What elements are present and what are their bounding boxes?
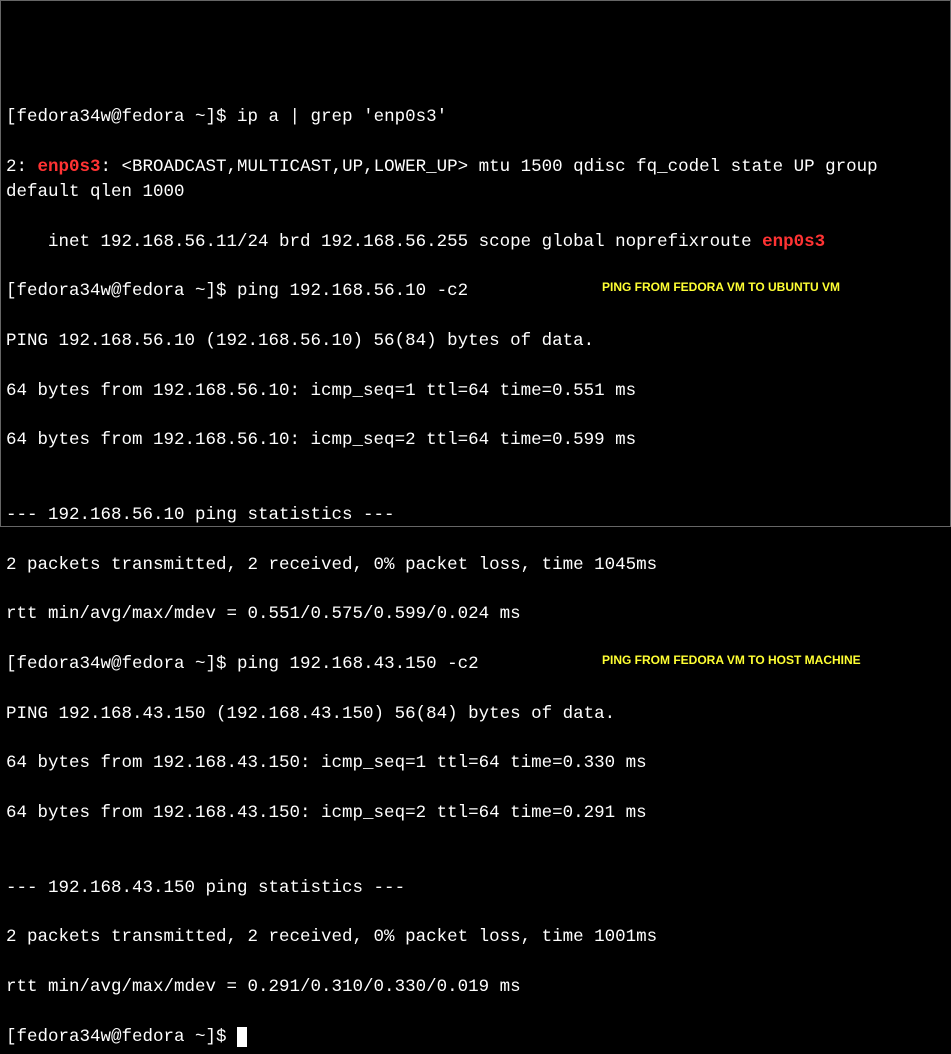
command-text: ping 192.168.56.10 -c2 [237, 281, 468, 301]
output-text: inet 192.168.56.11/24 brd 192.168.56.255… [6, 232, 762, 252]
annotation-label: PING FROM FEDORA VM TO HOST MACHINE [602, 652, 861, 669]
terminal-output: --- 192.168.43.150 ping statistics --- [6, 876, 945, 901]
terminal-line: [fedora34w@fedora ~]$ ping 192.168.43.15… [6, 652, 945, 677]
terminal-output: 64 bytes from 192.168.43.150: icmp_seq=1… [6, 751, 945, 776]
terminal-output: inet 192.168.56.11/24 brd 192.168.56.255… [6, 230, 945, 255]
terminal-output: 2: enp0s3: <BROADCAST,MULTICAST,UP,LOWER… [6, 155, 945, 205]
terminal-output: PING 192.168.56.10 (192.168.56.10) 56(84… [6, 329, 945, 354]
terminal-output: 64 bytes from 192.168.43.150: icmp_seq=2… [6, 801, 945, 826]
shell-prompt: [fedora34w@fedora ~]$ [6, 1027, 237, 1047]
command-text: ping 192.168.43.150 -c2 [237, 654, 479, 674]
terminal-output: PING 192.168.43.150 (192.168.43.150) 56(… [6, 702, 945, 727]
terminal-output: 2 packets transmitted, 2 received, 0% pa… [6, 553, 945, 578]
grep-highlight: enp0s3 [38, 157, 101, 177]
shell-prompt: [fedora34w@fedora ~]$ [6, 654, 237, 674]
terminal-line[interactable]: [fedora34w@fedora ~]$ [6, 1025, 945, 1050]
terminal-line: [fedora34w@fedora ~]$ ping 192.168.56.10… [6, 279, 945, 304]
shell-prompt: [fedora34w@fedora ~]$ [6, 107, 237, 127]
terminal-line: [fedora34w@fedora ~]$ ip a | grep 'enp0s… [6, 105, 945, 130]
terminal-output: rtt min/avg/max/mdev = 0.291/0.310/0.330… [6, 975, 945, 1000]
terminal-output: 64 bytes from 192.168.56.10: icmp_seq=2 … [6, 428, 945, 453]
grep-highlight: enp0s3 [762, 232, 825, 252]
terminal-cursor[interactable] [237, 1027, 247, 1047]
output-text: 2: [6, 157, 38, 177]
shell-prompt: [fedora34w@fedora ~]$ [6, 281, 237, 301]
annotation-label: PING FROM FEDORA VM TO UBUNTU VM [602, 279, 840, 296]
output-text: : <BROADCAST,MULTICAST,UP,LOWER_UP> mtu … [6, 157, 888, 202]
terminal-output: --- 192.168.56.10 ping statistics --- [6, 503, 945, 528]
terminal-output: 64 bytes from 192.168.56.10: icmp_seq=1 … [6, 379, 945, 404]
command-text: ip a | grep 'enp0s3' [237, 107, 447, 127]
terminal-output: rtt min/avg/max/mdev = 0.551/0.575/0.599… [6, 602, 945, 627]
terminal-output: 2 packets transmitted, 2 received, 0% pa… [6, 925, 945, 950]
